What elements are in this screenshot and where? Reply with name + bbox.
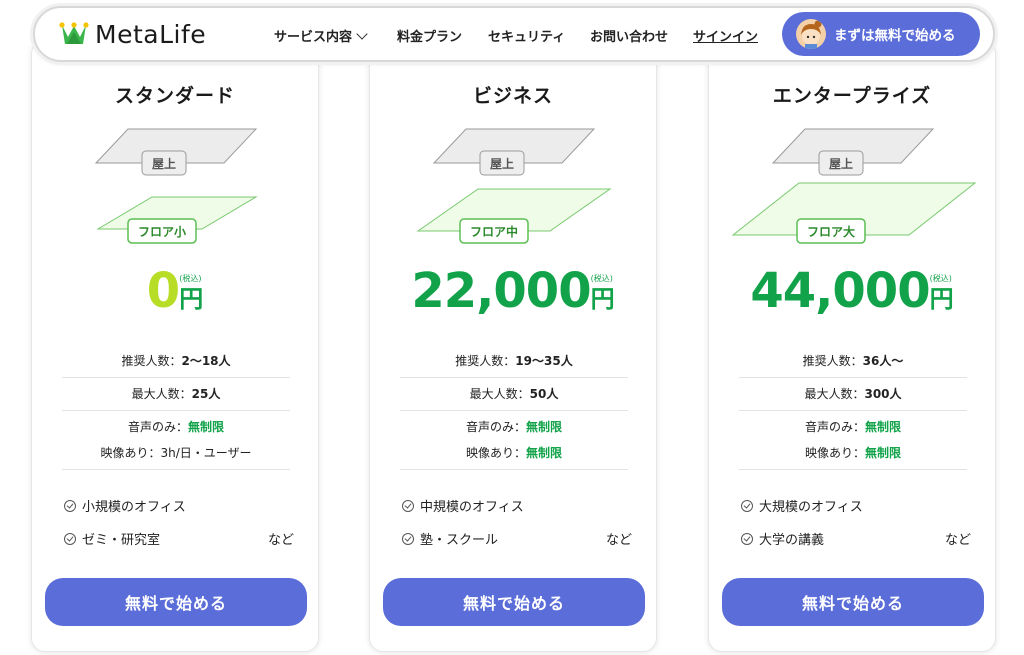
floor-label: フロア小 bbox=[138, 224, 186, 239]
divider bbox=[62, 469, 290, 470]
use-case-item: 塾・スクール bbox=[402, 529, 498, 548]
nav-pricing[interactable]: 料金プラン bbox=[397, 26, 462, 45]
nav-services[interactable]: サービス内容 bbox=[274, 26, 368, 45]
divider bbox=[62, 377, 290, 378]
chevron-down-icon bbox=[356, 28, 368, 40]
use-case-item: 大学の講義 bbox=[741, 529, 824, 548]
floor-illustration: 屋上 フロア中 bbox=[416, 128, 612, 244]
start-free-button[interactable]: 無料で始める bbox=[45, 578, 307, 626]
check-circle-icon bbox=[402, 532, 414, 545]
floor-illustration: 屋上 フロア大 bbox=[731, 128, 977, 244]
rooftop-label: 屋上 bbox=[490, 156, 514, 171]
nav-contact[interactable]: お問い合わせ bbox=[590, 26, 668, 45]
divider bbox=[400, 377, 628, 378]
floor-label: フロア中 bbox=[470, 224, 518, 239]
divider bbox=[400, 469, 628, 470]
divider bbox=[62, 410, 290, 411]
start-free-header-label: まずは無料で始める bbox=[834, 28, 956, 44]
use-case-item: 小規模のオフィス bbox=[64, 496, 186, 515]
etc-label: など bbox=[605, 533, 632, 548]
logo[interactable]: MetaLife bbox=[59, 20, 206, 49]
tax-note: (税込) bbox=[590, 274, 613, 283]
recommended-users: 推奨人数：19〜35人 bbox=[455, 354, 573, 368]
divider bbox=[739, 469, 967, 470]
divider bbox=[739, 377, 967, 378]
video-limit: 映像あり：無制限 bbox=[804, 446, 902, 460]
etc-label: など bbox=[944, 533, 971, 548]
yen-unit: 円 bbox=[929, 285, 954, 313]
check-circle-icon bbox=[402, 499, 414, 512]
plan-title: スタンダード bbox=[114, 85, 235, 107]
logo-text: MetaLife bbox=[95, 20, 207, 49]
plan-title: エンタープライズ bbox=[772, 85, 932, 107]
rooftop-label: 屋上 bbox=[829, 156, 853, 171]
price-value: 44,000 bbox=[750, 263, 930, 319]
max-users: 最大人数：300人 bbox=[804, 387, 902, 401]
metalife-logo-icon bbox=[59, 21, 89, 44]
tax-note: (税込) bbox=[929, 274, 952, 283]
avatar bbox=[796, 19, 826, 49]
price: 0 (税込) 円 bbox=[32, 263, 318, 319]
price-value: 22,000 bbox=[411, 263, 591, 319]
nav-services-label: サービス内容 bbox=[274, 30, 353, 45]
voice-only-limit: 音声のみ：無制限 bbox=[804, 420, 902, 434]
voice-only-limit: 音声のみ：無制限 bbox=[127, 420, 225, 434]
floor-label: フロア大 bbox=[807, 224, 855, 239]
yen-unit: 円 bbox=[590, 285, 615, 313]
max-users: 最大人数：25人 bbox=[131, 387, 221, 401]
divider bbox=[400, 410, 628, 411]
max-users: 最大人数：50人 bbox=[469, 387, 559, 401]
start-free-button[interactable]: 無料で始める bbox=[722, 578, 984, 626]
start-free-button[interactable]: 無料で始める bbox=[383, 578, 645, 626]
video-limit: 映像あり：無制限 bbox=[465, 446, 563, 460]
rooftop-label: 屋上 bbox=[152, 156, 176, 171]
check-circle-icon bbox=[64, 532, 76, 545]
use-case-item: ゼミ・研究室 bbox=[64, 529, 160, 548]
plan-card-2: ビジネス 屋上 フロア中 22,000 (税込) 円 推奨人数：19〜35人 最大人… bbox=[369, 40, 657, 652]
recommended-users: 推奨人数：2〜18人 bbox=[121, 354, 231, 368]
top-navigation-bar: MetaLife サービス内容 料金プラン セキュリティ お問い合わせ サインイ… bbox=[33, 6, 995, 62]
yen-unit: 円 bbox=[179, 285, 204, 313]
use-case-item: 中規模のオフィス bbox=[402, 496, 524, 515]
tax-note: (税込) bbox=[179, 274, 202, 283]
divider bbox=[739, 410, 967, 411]
video-limit: 映像あり：3h/日・ユーザー bbox=[100, 446, 252, 460]
check-circle-icon bbox=[741, 532, 753, 545]
check-circle-icon bbox=[64, 499, 76, 512]
price: 22,000 (税込) 円 bbox=[370, 263, 656, 319]
use-case-item: 大規模のオフィス bbox=[741, 496, 863, 515]
nav-signin[interactable]: サインイン bbox=[693, 26, 758, 45]
price-value: 0 bbox=[146, 263, 180, 319]
nav-security[interactable]: セキュリティ bbox=[488, 26, 565, 45]
etc-label: など bbox=[267, 533, 294, 548]
voice-only-limit: 音声のみ：無制限 bbox=[465, 420, 563, 434]
plan-card-3: エンタープライズ 屋上 フロア大 44,000 (税込) 円 推奨人数：36人〜 最… bbox=[708, 40, 996, 652]
check-circle-icon bbox=[741, 499, 753, 512]
plan-title: ビジネス bbox=[472, 85, 553, 107]
recommended-users: 推奨人数：36人〜 bbox=[802, 354, 904, 368]
price: 44,000 (税込) 円 bbox=[709, 263, 995, 319]
start-free-header-button[interactable]: まずは無料で始める bbox=[782, 12, 980, 56]
plan-card-1: スタンダード 屋上 フロア小 0 (税込) 円 推奨人数：2〜18人 最大人数：25… bbox=[31, 40, 319, 652]
floor-illustration: 屋上 フロア小 bbox=[94, 128, 258, 244]
